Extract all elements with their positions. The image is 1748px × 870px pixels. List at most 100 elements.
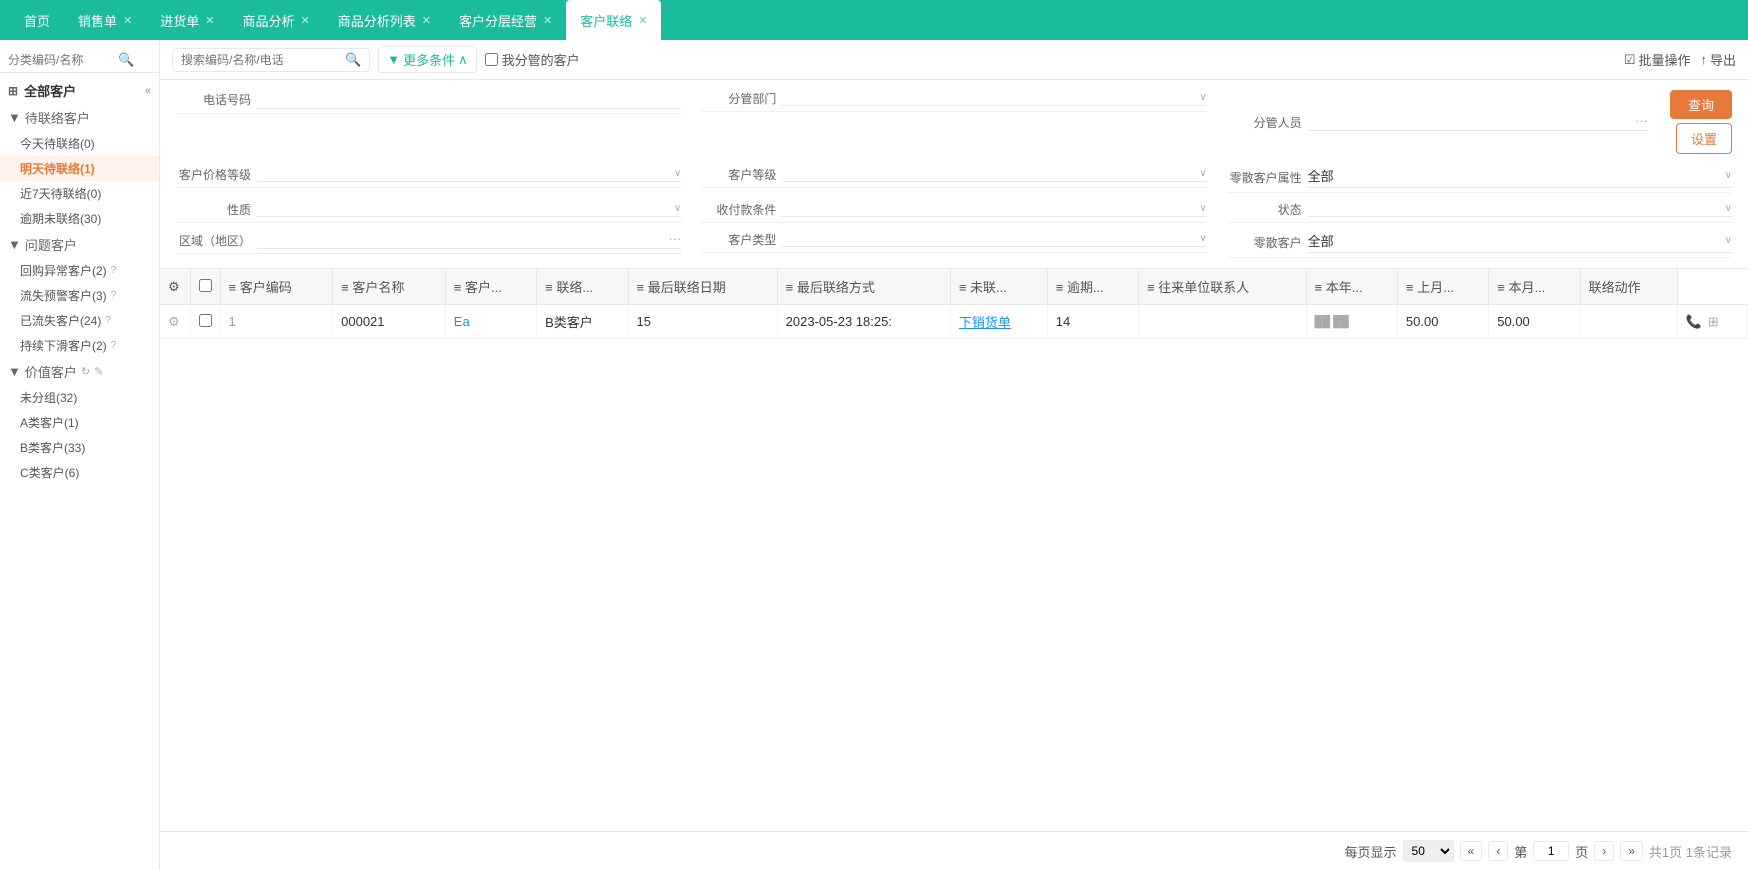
gear-header-icon[interactable]: ⚙ — [168, 279, 180, 294]
action-grid-icon[interactable]: ⊞ — [1708, 314, 1719, 330]
filter-phone-input[interactable] — [257, 90, 681, 109]
filter-price-level-select[interactable]: ∨ — [257, 168, 681, 182]
table-wrap: ⚙ ≡ 客户编码 ≡ 客户名称 ≡ 客户... ≡ 联络... ≡ 最后联络日期… — [160, 269, 1748, 831]
select-all-checkbox[interactable] — [199, 279, 212, 292]
group-value-customer[interactable]: ▼ 价值客户 ↻ ✎ — [0, 358, 159, 385]
sidebar-item-churn-warning[interactable]: 流失预警客户(3) ? — [0, 283, 159, 308]
grid-icon: ⊞ — [8, 84, 18, 98]
all-customers-header[interactable]: ⊞ 全部客户 « — [0, 77, 159, 104]
col-code: ≡ 客户编码 — [220, 269, 333, 305]
nav-sales-close[interactable]: ✕ — [123, 14, 132, 27]
page-number-input[interactable] — [1533, 841, 1569, 861]
top-nav: 首页 销售单 ✕ 进货单 ✕ 商品分析 ✕ 商品分析列表 ✕ 客户分层经营 ✕ … — [0, 0, 1748, 40]
group-pending-contact[interactable]: ▼ 待联络客户 — [0, 104, 159, 131]
filter-label: 更多条件 — [403, 50, 455, 69]
col-last-method: ≡ 最后联络方式 — [777, 269, 950, 305]
col-this-year-label: ≡ 本年... — [1315, 280, 1363, 295]
filter-payment-select[interactable]: ∨ — [782, 203, 1206, 217]
nav-customer-contact[interactable]: 客户联络 ✕ — [566, 0, 661, 40]
per-page-select[interactable]: 50 10 20 100 — [1403, 840, 1454, 862]
sidebar-item-overdue[interactable]: 逾期未联络(30) — [0, 206, 159, 231]
filter-retail-attr-select[interactable]: 全部 ∨ — [1308, 166, 1732, 188]
nav-product-list[interactable]: 商品分析列表 ✕ — [324, 0, 445, 40]
value-edit-icon[interactable]: ✎ — [94, 365, 103, 378]
search-input[interactable] — [181, 53, 341, 67]
nav-product-list-close[interactable]: ✕ — [422, 14, 431, 27]
nav-product-analysis-close[interactable]: ✕ — [301, 14, 310, 27]
query-button[interactable]: 查询 — [1670, 90, 1732, 119]
my-customers-wrap[interactable]: 我分管的客户 — [485, 50, 580, 69]
sidebar-item-class-c[interactable]: C类客户(6) — [0, 460, 159, 485]
filter-retail-attr: 零散客户属性 全部 ∨ — [1227, 166, 1732, 193]
filter-nature-chev: ∨ — [674, 203, 681, 214]
group-value-arrow: ▼ — [8, 364, 21, 379]
sidebar-item-today[interactable]: 今天待联络(0) — [0, 131, 159, 156]
sidebar-item-tomorrow[interactable]: 明天待联络(1) — [0, 156, 159, 181]
prev-page-btn[interactable]: ‹ — [1488, 841, 1508, 861]
filter-status-label: 状态 — [1227, 201, 1302, 218]
sidebar-item-class-b[interactable]: B类客户(33) — [0, 435, 159, 460]
nav-customer-tier[interactable]: 客户分层经营 ✕ — [445, 0, 566, 40]
search-icon[interactable]: 🔍 — [345, 52, 361, 68]
row-gear[interactable]: ⚙ — [160, 305, 190, 339]
sidebar-item-ungrouped[interactable]: 未分组(32) — [0, 385, 159, 410]
action-cell: 📞 ⊞ — [1686, 314, 1739, 330]
per-page-label: 每页显示 — [1345, 842, 1397, 861]
filter-person-select[interactable]: ··· — [1308, 113, 1648, 131]
sidebar-item-declining[interactable]: 持续下滑客户(2) ? — [0, 333, 159, 358]
col-last-month-label: ≡ 上月... — [1406, 280, 1454, 295]
export-btn[interactable]: ↑ 导出 — [1700, 50, 1736, 69]
filter-cust-level-select[interactable]: ∨ — [782, 168, 1206, 182]
group-problem-label: 问题客户 — [25, 235, 77, 254]
nav-purchase[interactable]: 进货单 ✕ — [146, 0, 228, 40]
sidebar-item-class-a[interactable]: A类客户(1) — [0, 410, 159, 435]
col-contact-person-label: ≡ 往来单位联系人 — [1147, 280, 1249, 295]
value-refresh-icon[interactable]: ↻ — [81, 365, 90, 378]
sidebar-search-input[interactable] — [8, 53, 118, 67]
nav-customer-tier-close[interactable]: ✕ — [543, 14, 552, 27]
next-page-btn[interactable]: › — [1594, 841, 1614, 861]
action-phone-icon[interactable]: 📞 — [1686, 314, 1702, 330]
nav-home[interactable]: 首页 — [10, 0, 64, 40]
group-value-label: 价值客户 — [25, 362, 77, 381]
filter-payment-chev: ∨ — [1199, 203, 1206, 214]
nav-sales[interactable]: 销售单 ✕ — [64, 0, 146, 40]
sidebar-item-churned[interactable]: 已流失客户(24) ? — [0, 308, 159, 333]
filter-cust-type-select[interactable]: ∨ — [782, 233, 1206, 247]
sidebar-search-wrap: 🔍 — [0, 48, 159, 73]
col-type: ≡ 客户... — [445, 269, 536, 305]
filter-cust-level: 客户等级 ∨ — [701, 166, 1206, 188]
sidebar-search-icon[interactable]: 🔍 — [118, 52, 134, 68]
group-problem-customer[interactable]: ▼ 问题客户 — [0, 231, 159, 258]
row-select-checkbox[interactable] — [199, 314, 212, 327]
settings-button[interactable]: 设置 — [1676, 123, 1732, 154]
sidebar-item-7days[interactable]: 近7天待联络(0) — [0, 181, 159, 206]
filter-dept-select[interactable]: ∨ — [782, 92, 1206, 106]
filter-retail-attr-chev: ∨ — [1725, 170, 1732, 181]
col-last-month: ≡ 上月... — [1397, 269, 1488, 305]
col-type-label: ≡ 客户... — [454, 280, 502, 295]
filter-status-select[interactable]: ∨ — [1308, 203, 1732, 217]
nav-product-analysis[interactable]: 商品分析 ✕ — [228, 0, 323, 40]
col-last-date: ≡ 最后联络日期 — [628, 269, 777, 305]
toolbar-right: ☑ 批量操作 ↑ 导出 — [1624, 50, 1736, 69]
filter-dept: 分管部门 ∨ — [701, 90, 1206, 112]
row-num: 1 — [220, 305, 333, 339]
filter-retail-cust-select[interactable]: 全部 ∨ — [1308, 231, 1732, 253]
nav-customer-contact-close[interactable]: ✕ — [638, 14, 647, 27]
col-this-month-label: ≡ 本月... — [1497, 280, 1545, 295]
my-customers-checkbox[interactable] — [485, 53, 498, 66]
sidebar-item-repurchase-abnormal[interactable]: 回购异常客户(2) ? — [0, 258, 159, 283]
batch-btn[interactable]: ☑ 批量操作 — [1624, 50, 1691, 69]
nav-purchase-close[interactable]: ✕ — [205, 14, 214, 27]
first-page-btn[interactable]: « — [1460, 841, 1483, 861]
row-name[interactable]: Ea — [445, 305, 536, 339]
row-last-method[interactable]: 下销货单 — [950, 305, 1047, 339]
filter-region-select[interactable]: ··· — [257, 231, 681, 249]
filter-btn[interactable]: ▼ 更多条件 ∧ — [378, 46, 476, 73]
filter-nature-select[interactable]: ∨ — [257, 203, 681, 217]
filter-cust-type: 客户类型 ∨ — [701, 231, 1206, 253]
filter-dept-chevron: ∨ — [1199, 92, 1206, 103]
last-page-btn[interactable]: » — [1620, 841, 1643, 861]
col-code-label: ≡ 客户编码 — [229, 280, 292, 295]
